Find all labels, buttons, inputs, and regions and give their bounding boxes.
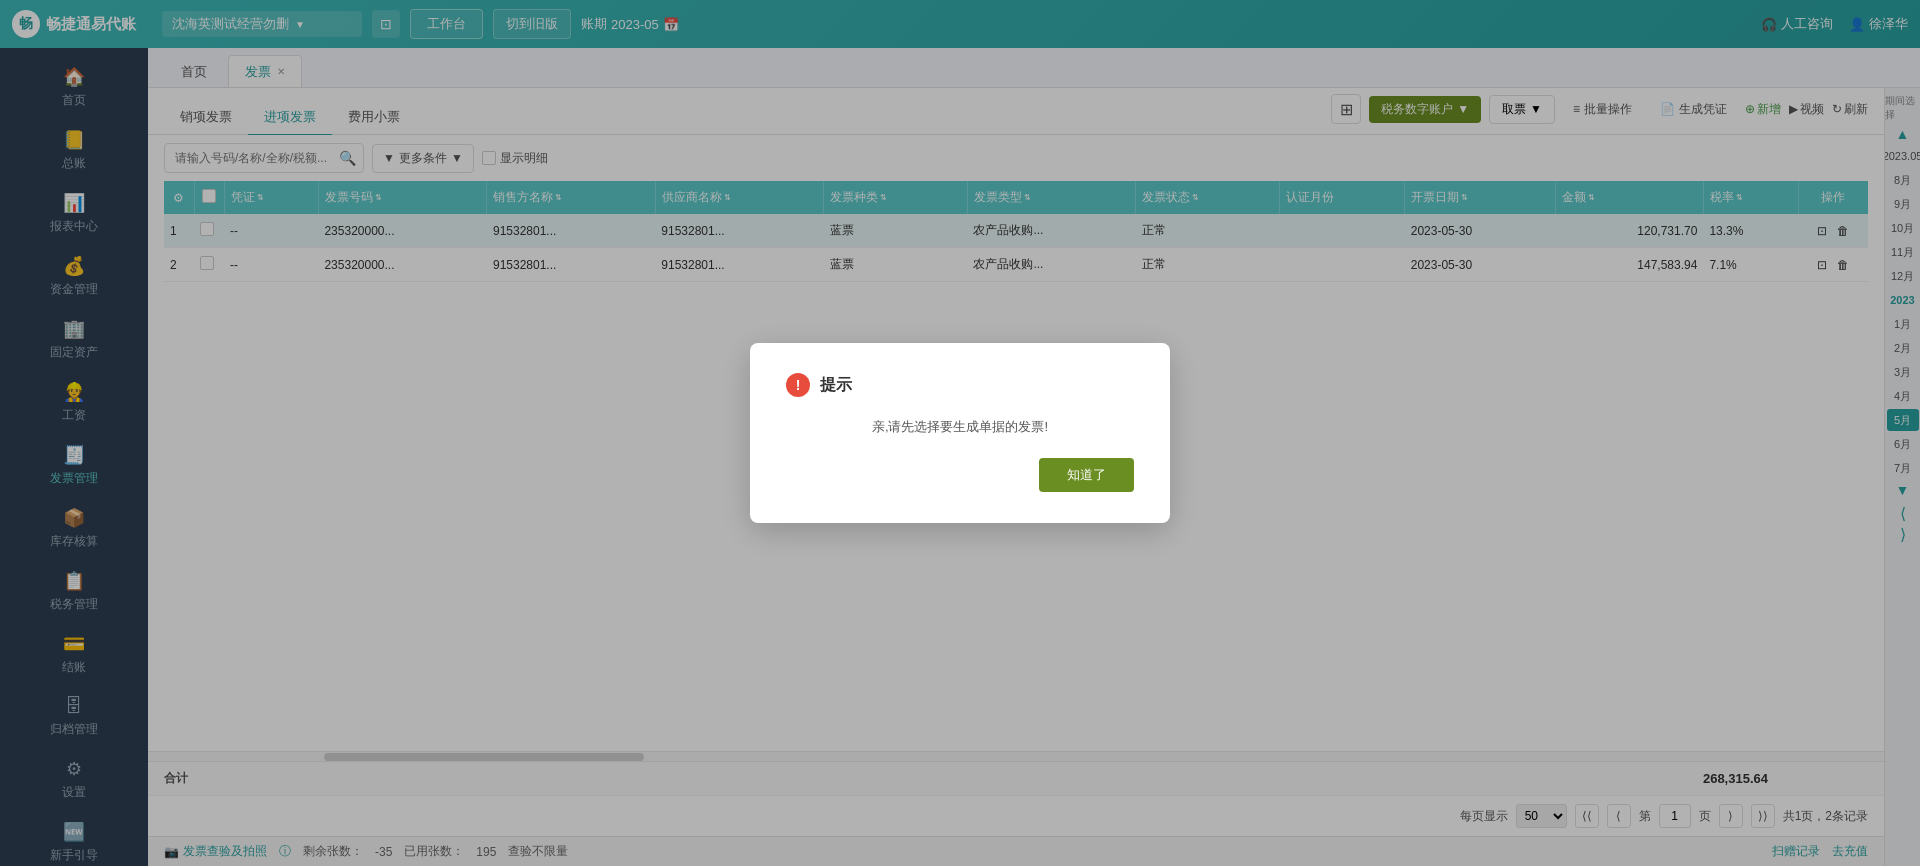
modal-title-row: ! 提示 [786,373,852,397]
modal-message: 亲,请先选择要生成单据的发票! [872,417,1048,438]
modal-title: 提示 [820,375,852,396]
modal-overlay: ! 提示 亲,请先选择要生成单据的发票! 知道了 [0,0,1920,866]
modal-dialog: ! 提示 亲,请先选择要生成单据的发票! 知道了 [750,343,1170,523]
modal-ok-button[interactable]: 知道了 [1039,458,1134,492]
warning-icon: ! [786,373,810,397]
